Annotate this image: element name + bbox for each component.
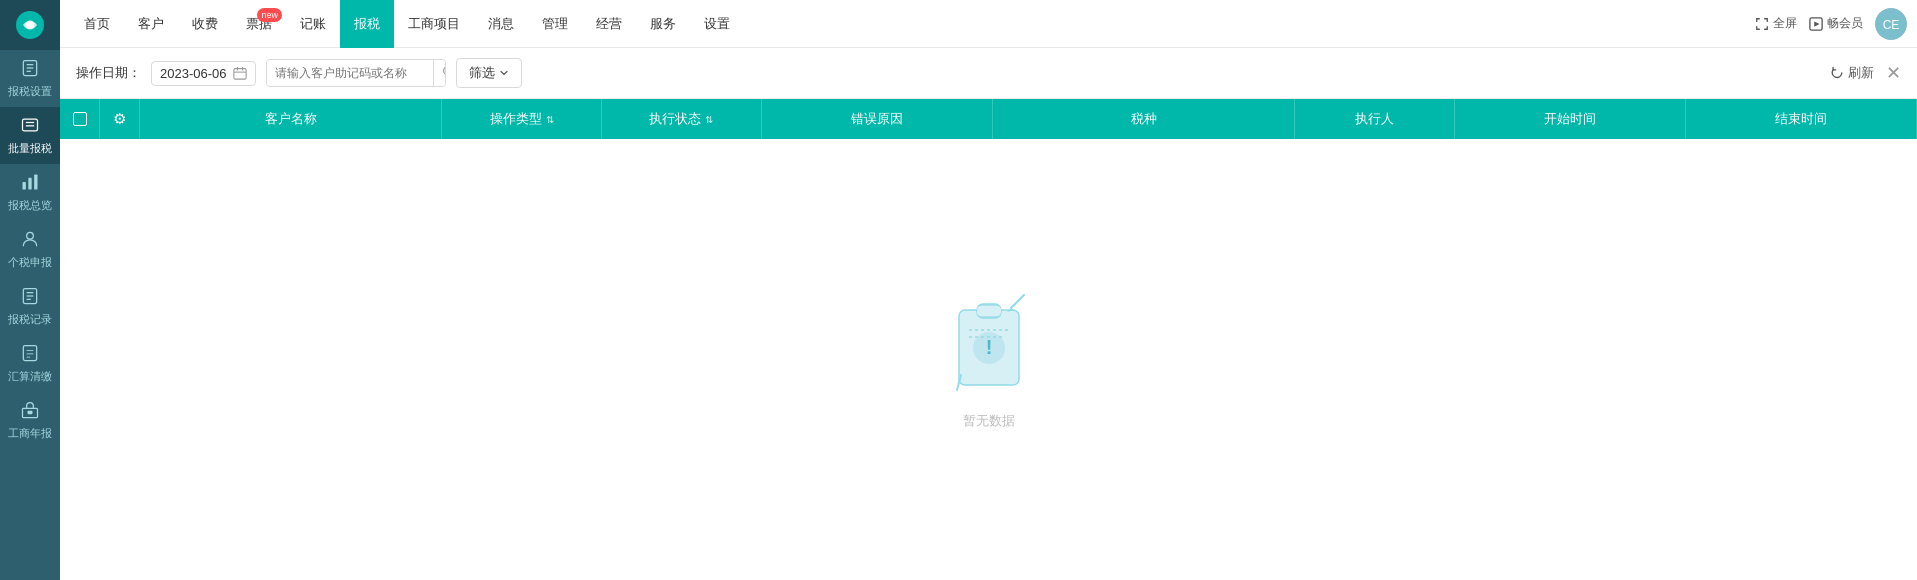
member-btn[interactable]: 畅会员	[1809, 15, 1863, 32]
geshuishenbaon-icon	[20, 229, 40, 252]
nav-settings[interactable]: 设置	[690, 0, 744, 48]
date-value: 2023-06-06	[160, 66, 227, 81]
baoshuijilu-icon	[20, 286, 40, 309]
svg-marker-24	[1814, 21, 1819, 26]
table-header: ⚙ 客户名称 操作类型 ⇅ 执行状态 ⇅ 错误原因 税种	[60, 99, 1917, 139]
th-settings[interactable]: ⚙	[100, 99, 140, 139]
search-button[interactable]	[433, 60, 446, 86]
nav-service[interactable]: 服务	[636, 0, 690, 48]
svg-text:CE: CE	[1883, 18, 1900, 32]
new-badge: new	[257, 8, 282, 23]
search-input[interactable]	[267, 61, 433, 85]
toolbar: 操作日期： 2023-06-06 筛选 刷新 ✕	[60, 48, 1917, 99]
nav-charge[interactable]: 收费	[178, 0, 232, 48]
svg-rect-22	[28, 411, 33, 414]
sidebar-item-label: 个税申报	[8, 255, 52, 270]
date-label: 操作日期：	[76, 64, 141, 82]
refresh-label: 刷新	[1848, 64, 1874, 82]
svg-rect-35	[977, 306, 1001, 316]
huisuanqingsuan-icon	[20, 343, 40, 366]
nav-invoice[interactable]: 票据 new	[232, 0, 286, 48]
nav-account[interactable]: 记账	[286, 0, 340, 48]
search-box	[266, 59, 446, 87]
sidebar: 报税设置 批量报税 报税总览 个税申报 报税记录 汇算清缴 工商	[0, 0, 60, 580]
calendar-icon	[233, 66, 247, 80]
nav-industry[interactable]: 工商项目	[394, 0, 474, 48]
sidebar-item-huisuanqingsuan[interactable]: 汇算清缴	[0, 335, 60, 392]
sort-icon: ⇅	[705, 114, 713, 125]
th-status[interactable]: 执行状态 ⇅	[602, 99, 762, 139]
th-checkbox[interactable]	[60, 99, 100, 139]
nav-customer[interactable]: 客户	[124, 0, 178, 48]
sort-icon: ⇅	[546, 114, 554, 125]
th-customer-name: 客户名称	[140, 99, 442, 139]
th-taxtype: 税种	[993, 99, 1295, 139]
svg-point-12	[27, 232, 34, 239]
select-all-checkbox[interactable]	[73, 112, 87, 126]
empty-illustration: !	[939, 290, 1039, 400]
empty-state: ! 暂无数据	[939, 290, 1039, 430]
user-avatar[interactable]: CE	[1875, 8, 1907, 40]
svg-point-1	[26, 21, 34, 29]
sidebar-item-baoshuizonglan[interactable]: 报税总览	[0, 164, 60, 221]
sidebar-item-label: 报税总览	[8, 198, 52, 213]
svg-point-31	[443, 67, 445, 75]
svg-rect-9	[23, 182, 26, 190]
nav-manage[interactable]: 管理	[528, 0, 582, 48]
date-picker[interactable]: 2023-06-06	[151, 61, 256, 86]
table-body: ! 暂无数据	[60, 139, 1917, 580]
play-icon	[1809, 17, 1823, 31]
svg-rect-27	[233, 69, 245, 80]
content-area: 操作日期： 2023-06-06 筛选 刷新 ✕	[60, 48, 1917, 580]
th-optype[interactable]: 操作类型 ⇅	[442, 99, 602, 139]
gongshangnianbao-icon	[20, 400, 40, 423]
empty-text: 暂无数据	[963, 412, 1015, 430]
refresh-icon	[1830, 66, 1844, 80]
search-icon	[442, 65, 446, 78]
piliangshuishui-icon	[20, 115, 40, 138]
nav-message[interactable]: 消息	[474, 0, 528, 48]
svg-rect-10	[28, 178, 31, 190]
nav-tax[interactable]: 报税	[340, 0, 394, 48]
sidebar-item-geshuishenbaon[interactable]: 个税申报	[0, 221, 60, 278]
main-area: 首页 客户 收费 票据 new 记账 报税 工商项目 消息 管理 经营	[60, 0, 1917, 580]
svg-rect-11	[34, 175, 37, 190]
nav-home[interactable]: 首页	[70, 0, 124, 48]
fullscreen-btn[interactable]: 全屏	[1755, 15, 1797, 32]
baoshuishezhi-icon	[20, 58, 40, 81]
fullscreen-icon	[1755, 17, 1769, 31]
th-executor: 执行人	[1295, 99, 1455, 139]
topnav-right: 全屏 畅会员 CE	[1755, 8, 1907, 40]
nav-operation[interactable]: 经营	[582, 0, 636, 48]
baoshuizonglan-icon	[20, 172, 40, 195]
svg-text:!: !	[985, 336, 992, 358]
sidebar-item-gongshangnianbao[interactable]: 工商年报	[0, 392, 60, 449]
app-logo[interactable]	[0, 0, 60, 50]
sidebar-item-baoshuijilu[interactable]: 报税记录	[0, 278, 60, 335]
sidebar-item-label: 工商年报	[8, 426, 52, 441]
sidebar-item-piliangshuishui[interactable]: 批量报税	[0, 107, 60, 164]
th-reason: 错误原因	[762, 99, 993, 139]
filter-label: 筛选	[469, 64, 495, 82]
th-endtime: 结束时间	[1686, 99, 1917, 139]
sidebar-item-label: 汇算清缴	[8, 369, 52, 384]
sidebar-item-label: 报税记录	[8, 312, 52, 327]
svg-line-40	[1011, 295, 1024, 308]
top-navigation: 首页 客户 收费 票据 new 记账 报税 工商项目 消息 管理 经营	[60, 0, 1917, 48]
chevron-down-icon	[499, 68, 509, 78]
toolbar-right: 刷新 ✕	[1830, 64, 1901, 82]
column-settings-icon[interactable]: ⚙	[113, 110, 126, 128]
sidebar-item-label: 报税设置	[8, 84, 52, 99]
data-table: ⚙ 客户名称 操作类型 ⇅ 执行状态 ⇅ 错误原因 税种	[60, 99, 1917, 580]
refresh-button[interactable]: 刷新	[1830, 64, 1874, 82]
close-button[interactable]: ✕	[1886, 64, 1901, 82]
svg-rect-6	[23, 119, 38, 131]
sidebar-item-baoshuishezhi[interactable]: 报税设置	[0, 50, 60, 107]
th-starttime: 开始时间	[1455, 99, 1686, 139]
svg-rect-17	[23, 346, 36, 361]
sidebar-item-label: 批量报税	[8, 141, 52, 156]
filter-button[interactable]: 筛选	[456, 58, 522, 88]
